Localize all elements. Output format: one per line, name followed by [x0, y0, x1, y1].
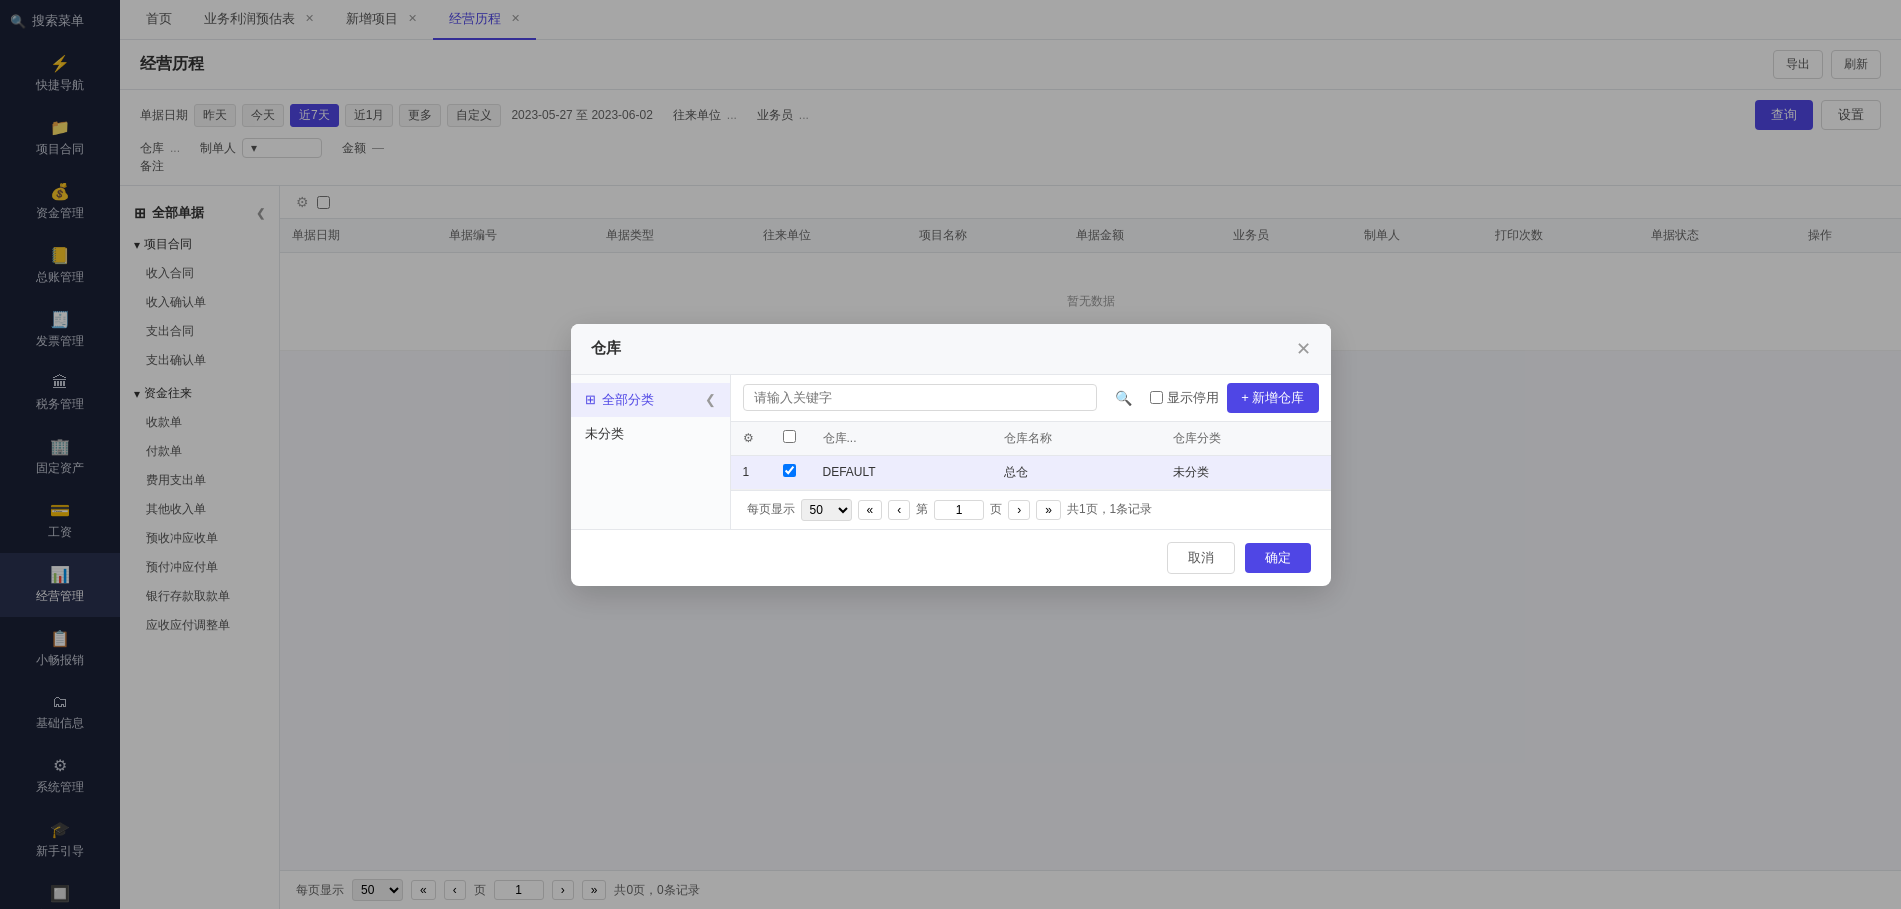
- col-warehouse-category: 仓库分类: [1161, 422, 1330, 456]
- modal-per-page-label: 每页显示: [747, 501, 795, 518]
- modal-per-page-select[interactable]: 50 10 20 100: [801, 499, 852, 521]
- modal-page-label: 第: [916, 501, 928, 518]
- modal-table: ⚙ 仓库... 仓库名称 仓库分类 1 DEFAULT: [731, 422, 1331, 490]
- cancel-button[interactable]: 取消: [1167, 542, 1235, 574]
- modal-footer-bar: 每页显示 50 10 20 100 « ‹ 第 页 › » 共1页，1条记录: [731, 490, 1331, 529]
- modal-title: 仓库: [591, 339, 621, 358]
- row-select-checkbox[interactable]: [783, 464, 796, 477]
- category-unclassified-label: 未分类: [585, 425, 624, 443]
- modal-first-page[interactable]: «: [858, 500, 883, 520]
- modal-right: 🔍 显示停用 + 新增仓库 ⚙ 仓库...: [731, 375, 1331, 529]
- show-disabled-label[interactable]: 显示停用: [1150, 389, 1219, 407]
- table-row[interactable]: 1 DEFAULT 总仓 未分类: [731, 455, 1331, 489]
- collapse-category-icon[interactable]: ❮: [705, 392, 716, 407]
- row-name: 总仓: [992, 455, 1161, 489]
- modal-search-input[interactable]: [743, 384, 1098, 411]
- grid-icon-2: ⊞: [585, 392, 596, 407]
- modal-next-page[interactable]: ›: [1008, 500, 1030, 520]
- col-warehouse-name: 仓库名称: [992, 422, 1161, 456]
- show-disabled-text: 显示停用: [1167, 389, 1219, 407]
- modal-last-page[interactable]: »: [1036, 500, 1061, 520]
- row-code: DEFAULT: [811, 455, 992, 489]
- modal-search-button[interactable]: 🔍: [1105, 385, 1142, 411]
- show-disabled-checkbox[interactable]: [1150, 391, 1163, 404]
- modal-header: 仓库 ✕: [571, 324, 1331, 375]
- modal-table-wrapper: ⚙ 仓库... 仓库名称 仓库分类 1 DEFAULT: [731, 422, 1331, 490]
- category-unclassified[interactable]: 未分类: [571, 417, 730, 451]
- row-settings: 1: [731, 455, 771, 489]
- col-settings: ⚙: [731, 422, 771, 456]
- row-checkbox[interactable]: [771, 455, 811, 489]
- modal-page-unit: 页: [990, 501, 1002, 518]
- category-all-label: 全部分类: [602, 391, 654, 409]
- modal-action-bar: 取消 确定: [571, 529, 1331, 586]
- modal-close-button[interactable]: ✕: [1296, 338, 1311, 360]
- modal-select-all[interactable]: [783, 430, 796, 443]
- modal-prev-page[interactable]: ‹: [888, 500, 910, 520]
- modal-body: ⊞ 全部分类 ❮ 未分类 🔍 显示停用 + 新增仓库: [571, 375, 1331, 529]
- col-warehouse-code: 仓库...: [811, 422, 992, 456]
- modal-toolbar: 🔍 显示停用 + 新增仓库: [731, 375, 1331, 422]
- category-all[interactable]: ⊞ 全部分类 ❮: [571, 383, 730, 417]
- add-warehouse-button[interactable]: + 新增仓库: [1227, 383, 1318, 413]
- confirm-button[interactable]: 确定: [1245, 543, 1311, 573]
- modal-header-row: ⚙ 仓库... 仓库名称 仓库分类: [731, 422, 1331, 456]
- modal-left-categories: ⊞ 全部分类 ❮ 未分类: [571, 375, 731, 529]
- row-category: 未分类: [1161, 455, 1330, 489]
- warehouse-modal: 仓库 ✕ ⊞ 全部分类 ❮ 未分类 🔍: [571, 324, 1331, 586]
- modal-overlay: 仓库 ✕ ⊞ 全部分类 ❮ 未分类 🔍: [0, 0, 1901, 909]
- col-checkbox: [771, 422, 811, 456]
- modal-total-records: 共1页，1条记录: [1067, 501, 1152, 518]
- modal-page-input[interactable]: [934, 500, 984, 520]
